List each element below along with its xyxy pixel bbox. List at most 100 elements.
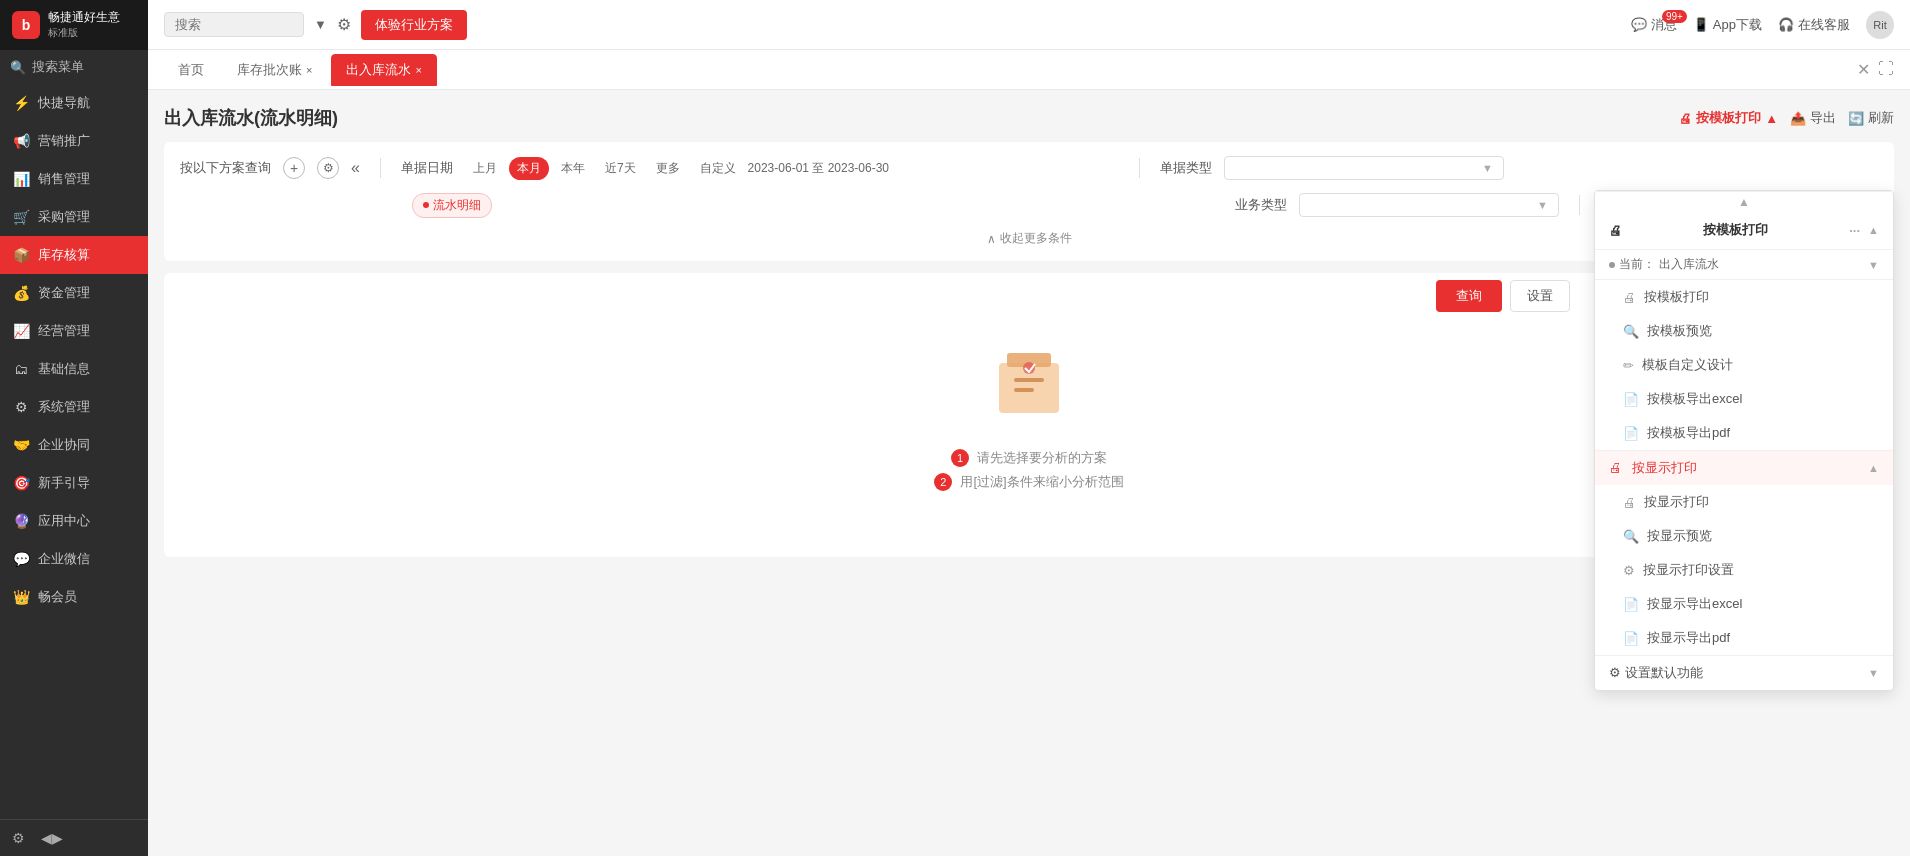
- window-expand-button[interactable]: ⛶: [1878, 60, 1894, 79]
- filter-add-button[interactable]: +: [283, 157, 305, 179]
- sidebar-footer: ⚙ ◀▶: [0, 819, 148, 856]
- tab-batch-label: 库存批次账: [237, 61, 302, 79]
- tab-home[interactable]: 首页: [164, 55, 218, 85]
- query-button[interactable]: 查询: [1436, 280, 1502, 312]
- tab-batch-close[interactable]: ×: [306, 64, 312, 76]
- sidebar-collapse-icon[interactable]: ◀▶: [41, 830, 63, 846]
- sidebar-item-app-center[interactable]: 🔮 应用中心: [0, 502, 148, 540]
- app-download-button[interactable]: 📱 App下载: [1693, 16, 1762, 34]
- tab-batch[interactable]: 库存批次账 ×: [222, 54, 327, 86]
- notification-badge: 99+: [1662, 10, 1687, 23]
- dropdown-export-pdf-template-item[interactable]: 📄 按模板导出pdf: [1595, 416, 1893, 450]
- sidebar-item-marketing[interactable]: 📢 营销推广: [0, 122, 148, 160]
- sidebar-settings-icon[interactable]: ⚙: [12, 830, 25, 846]
- print-display-icon: 🖨: [1623, 495, 1636, 510]
- sidebar-item-label: 营销推广: [38, 132, 90, 150]
- user-avatar[interactable]: Rit: [1866, 11, 1894, 39]
- search-menu-item[interactable]: 🔍 搜索菜单: [0, 50, 148, 84]
- dropdown-display-section-header[interactable]: 🖨 按显示打印 ▲: [1595, 451, 1893, 485]
- print-template-item-label: 按模板打印: [1644, 288, 1709, 306]
- dropdown-header-icons: ··· ▲: [1849, 223, 1879, 238]
- sidebar-item-guide[interactable]: 🎯 新手引导: [0, 464, 148, 502]
- dropdown-print-display-item[interactable]: 🖨 按显示打印: [1595, 485, 1893, 519]
- dropdown-scroll-up[interactable]: ▲: [1595, 191, 1893, 211]
- tab-flow-close[interactable]: ×: [415, 64, 421, 76]
- dropdown-print-template-item[interactable]: 🖨 按模板打印: [1595, 280, 1893, 314]
- sidebar-item-label: 销售管理: [38, 170, 90, 188]
- dropdown-preview-display-item[interactable]: 🔍 按显示预览: [1595, 519, 1893, 553]
- svg-rect-3: [1014, 388, 1034, 392]
- service-button[interactable]: 🎧 在线客服: [1778, 16, 1850, 34]
- sidebar-item-vip[interactable]: 👑 畅会员: [0, 578, 148, 616]
- dropdown-export-excel-display-item[interactable]: 📄 按显示导出excel: [1595, 587, 1893, 621]
- date-range-text: 2023-06-01 至 2023-06-30: [748, 160, 889, 177]
- date-this-month[interactable]: 本月: [509, 157, 549, 180]
- refresh-button[interactable]: 🔄 刷新: [1848, 109, 1894, 127]
- business-type-select[interactable]: ▼: [1299, 193, 1559, 217]
- topbar-dropdown-icon[interactable]: ▼: [314, 17, 327, 32]
- date-last-7[interactable]: 近7天: [597, 157, 644, 180]
- dropdown-chevron-icon[interactable]: ▲: [1868, 224, 1879, 236]
- print-template-button[interactable]: 🖨 按模板打印 ▲: [1679, 109, 1778, 127]
- purchase-icon: 🛒: [12, 209, 30, 225]
- date-prev-month[interactable]: 上月: [465, 157, 505, 180]
- dropdown-header: 🖨 按模板打印 ··· ▲: [1595, 211, 1893, 250]
- empty-step-1-text: 请先选择要分析的方案: [977, 449, 1107, 467]
- page-header: 出入库流水(流水明细) 🖨 按模板打印 ▲ 📤 导出 🔄 刷新: [164, 106, 1894, 130]
- collapse-more-button[interactable]: ∧ 收起更多条件: [987, 230, 1072, 247]
- export-pdf-display-label: 按显示导出pdf: [1647, 629, 1730, 647]
- tab-flow[interactable]: 出入库流水 ×: [331, 54, 436, 86]
- dropdown-export-pdf-display-item[interactable]: 📄 按显示导出pdf: [1595, 621, 1893, 655]
- sidebar-item-cooperation[interactable]: 🤝 企业协同: [0, 426, 148, 464]
- sidebar-item-label: 快捷导航: [38, 94, 90, 112]
- topbar-gear-icon[interactable]: ⚙: [337, 15, 351, 34]
- notification-button[interactable]: 💬 消息 99+: [1631, 16, 1677, 34]
- basic-icon: 🗂: [12, 361, 30, 377]
- dropdown-export-excel-template-item[interactable]: 📄 按模板导出excel: [1595, 382, 1893, 416]
- sidebar-item-system[interactable]: ⚙ 系统管理: [0, 388, 148, 426]
- display-section-label: 按显示打印: [1632, 460, 1697, 475]
- step-num-2: 2: [934, 473, 952, 491]
- dropdown-custom-template-item[interactable]: ✏ 模板自定义设计: [1595, 348, 1893, 382]
- dropdown-set-default-item[interactable]: ⚙ 设置默认功能 ▼: [1595, 656, 1893, 690]
- export-pdf-template-label: 按模板导出pdf: [1647, 424, 1730, 442]
- current-chevron-icon[interactable]: ▼: [1868, 259, 1879, 271]
- dropdown-print-settings-display-item[interactable]: ⚙ 按显示打印设置: [1595, 553, 1893, 587]
- sidebar-item-purchase[interactable]: 🛒 采购管理: [0, 198, 148, 236]
- export-excel-display-label: 按显示导出excel: [1647, 595, 1742, 613]
- settings-button[interactable]: 设置: [1510, 280, 1570, 312]
- sidebar-item-quick-nav[interactable]: ⚡ 快捷导航: [0, 84, 148, 122]
- sidebar-nav: ⚡ 快捷导航 📢 营销推广 📊 销售管理 🛒 采购管理 📦 库存核算 💰 资金管…: [0, 84, 148, 819]
- current-value: 出入库流水: [1659, 256, 1719, 273]
- sidebar-item-finance[interactable]: 💰 资金管理: [0, 274, 148, 312]
- dropdown-preview-template-item[interactable]: 🔍 按模板预览: [1595, 314, 1893, 348]
- sidebar-item-basic[interactable]: 🗂 基础信息: [0, 350, 148, 388]
- window-close-button[interactable]: ✕: [1857, 60, 1870, 79]
- active-tag-label: 流水明细: [433, 197, 481, 214]
- tab-home-label: 首页: [178, 61, 204, 79]
- export-button[interactable]: 📤 导出: [1790, 109, 1836, 127]
- trial-button[interactable]: 体验行业方案: [361, 10, 467, 40]
- date-custom[interactable]: 自定义: [692, 157, 744, 180]
- export-excel-template-icon: 📄: [1623, 392, 1639, 407]
- sidebar-item-label: 系统管理: [38, 398, 90, 416]
- sidebar-item-inventory[interactable]: 📦 库存核算: [0, 236, 148, 274]
- quick-nav-icon: ⚡: [12, 95, 30, 111]
- sidebar-item-sales[interactable]: 📊 销售管理: [0, 160, 148, 198]
- svg-rect-2: [1014, 378, 1044, 382]
- sidebar-item-operations[interactable]: 📈 经营管理: [0, 312, 148, 350]
- cooperation-icon: 🤝: [12, 437, 30, 453]
- date-more[interactable]: 更多: [648, 157, 688, 180]
- dropdown-more-icon[interactable]: ···: [1849, 223, 1860, 238]
- collapse-label: 收起更多条件: [1000, 230, 1072, 247]
- topbar-search-input[interactable]: [164, 12, 304, 37]
- filter-collapse-button[interactable]: «: [351, 159, 360, 177]
- doc-type-select-box[interactable]: ▼: [1224, 156, 1504, 180]
- sidebar-item-wechat[interactable]: 💬 企业微信: [0, 540, 148, 578]
- filter-settings-button[interactable]: ⚙: [317, 157, 339, 179]
- date-this-year[interactable]: 本年: [553, 157, 593, 180]
- active-filter-tag[interactable]: 流水明细: [412, 193, 492, 218]
- sidebar-item-label: 企业协同: [38, 436, 90, 454]
- date-filter: 上月 本月 本年 近7天 更多 自定义 2023-06-01 至 2023-06…: [465, 157, 1119, 180]
- refresh-label: 刷新: [1868, 109, 1894, 127]
